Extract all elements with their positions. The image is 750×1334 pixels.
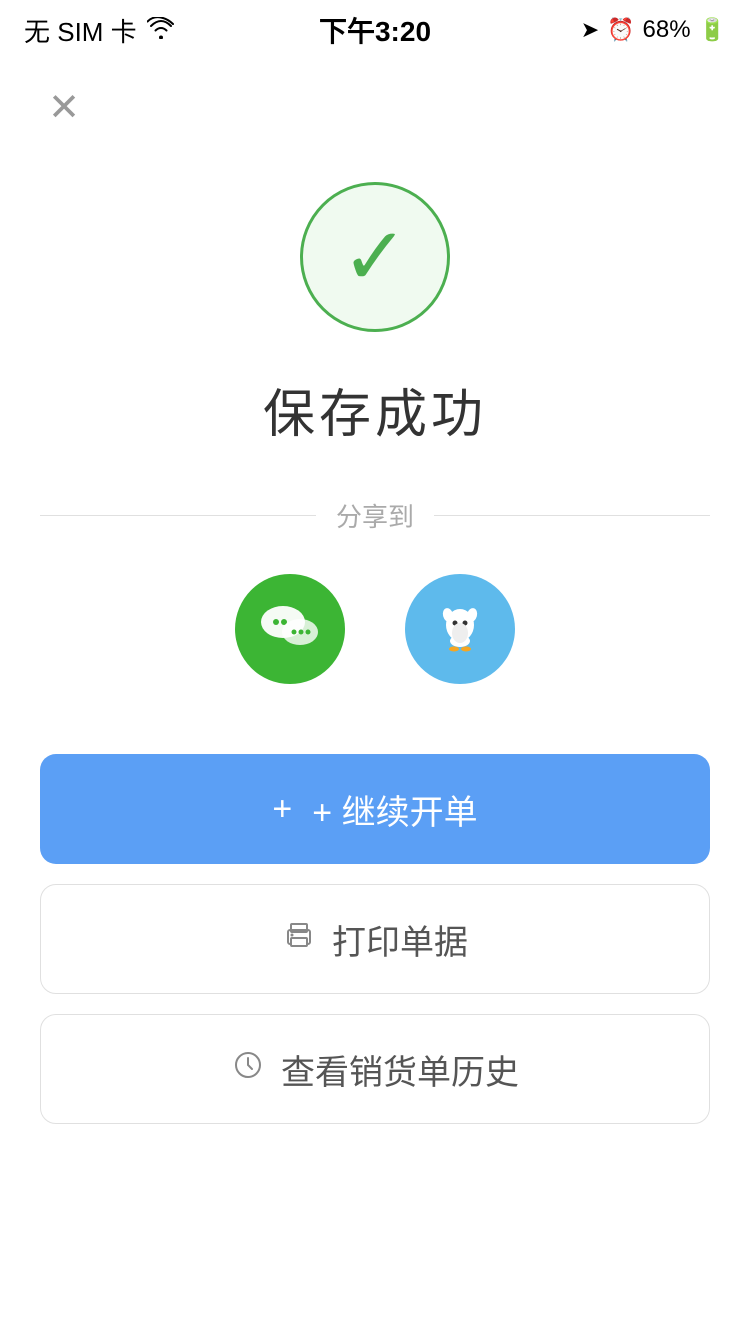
battery-text: 68% [643, 16, 691, 44]
status-bar: 无 SIM 卡 下午3:20 ➤ ⏰ 68% 🔋 [0, 0, 750, 60]
divider-line-left [40, 515, 316, 516]
share-label: 分享到 [336, 497, 414, 534]
wechat-share-button[interactable] [235, 574, 345, 684]
success-circle: ✓ [300, 182, 450, 332]
print-label: 打印单据 [332, 915, 468, 964]
share-divider: 分享到 [40, 497, 710, 534]
wifi-icon [147, 15, 175, 46]
no-sim-label: 无 SIM 卡 [24, 12, 137, 49]
share-section: 分享到 [40, 497, 710, 684]
success-title: 保存成功 [263, 372, 487, 447]
history-button[interactable]: 查看销货单历史 [40, 1014, 710, 1124]
continue-order-button[interactable]: + + 继续开单 [40, 754, 710, 864]
battery-icon: 🔋 [699, 17, 726, 43]
close-btn-area: ✕ [0, 60, 750, 142]
status-left: 无 SIM 卡 [24, 12, 175, 49]
wechat-icon [255, 594, 325, 664]
checkmark-icon: ✓ [341, 217, 408, 297]
divider-line-right [434, 515, 710, 516]
alarm-icon: ⏰ [607, 17, 634, 43]
share-icons [40, 574, 710, 684]
qq-share-button[interactable] [405, 574, 515, 684]
location-icon: ➤ [581, 17, 599, 43]
history-icon [231, 1048, 265, 1090]
main-content: ✓ 保存成功 分享到 [0, 142, 750, 1334]
status-right: ➤ ⏰ 68% 🔋 [581, 16, 726, 44]
print-button[interactable]: 打印单据 [40, 884, 710, 994]
history-label: 查看销货单历史 [281, 1045, 519, 1094]
qq-icon [428, 597, 492, 661]
print-icon [282, 918, 316, 960]
status-time: 下午3:20 [319, 10, 431, 50]
continue-label: + 继续开单 [312, 785, 477, 834]
continue-icon: + [272, 790, 292, 829]
close-button[interactable]: ✕ [40, 84, 88, 132]
action-buttons: + + 继续开单 打印单据 查看销货单历史 [40, 754, 710, 1124]
success-icon-container: ✓ [300, 182, 450, 332]
close-icon: ✕ [48, 89, 80, 127]
